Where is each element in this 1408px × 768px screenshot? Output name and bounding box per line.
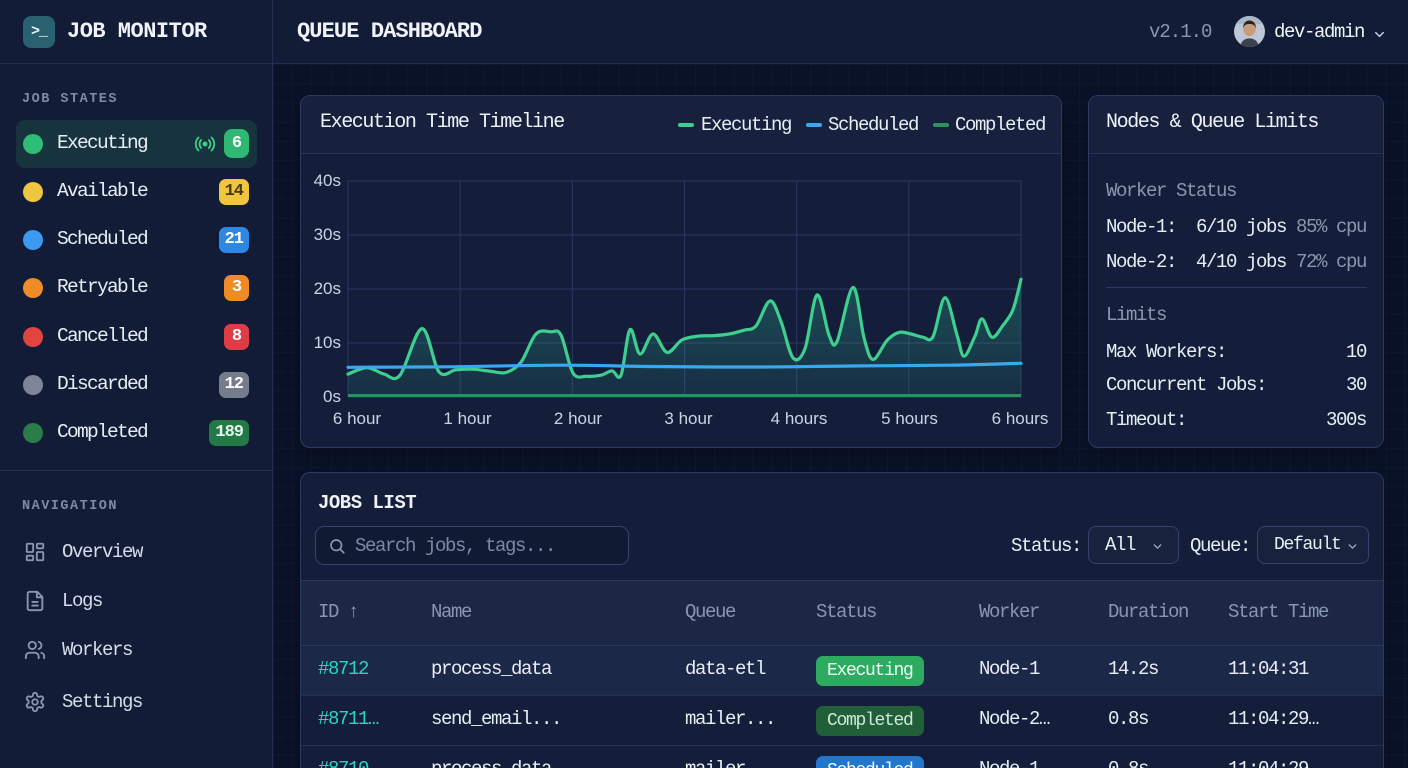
svg-text:0s: 0s — [323, 387, 341, 406]
svg-text:2 hour: 2 hour — [554, 409, 603, 428]
svg-text:6 hours: 6 hours — [992, 409, 1049, 428]
svg-text:4 hours: 4 hours — [771, 409, 828, 428]
svg-text:20s: 20s — [314, 279, 341, 298]
svg-text:30s: 30s — [314, 225, 341, 244]
svg-text:10s: 10s — [314, 333, 341, 352]
svg-text:1 hour: 1 hour — [443, 409, 492, 428]
svg-text:6 hour: 6 hour — [333, 409, 382, 428]
svg-text:40s: 40s — [314, 171, 341, 190]
svg-text:3 hour: 3 hour — [664, 409, 713, 428]
svg-text:5 hours: 5 hours — [881, 409, 938, 428]
